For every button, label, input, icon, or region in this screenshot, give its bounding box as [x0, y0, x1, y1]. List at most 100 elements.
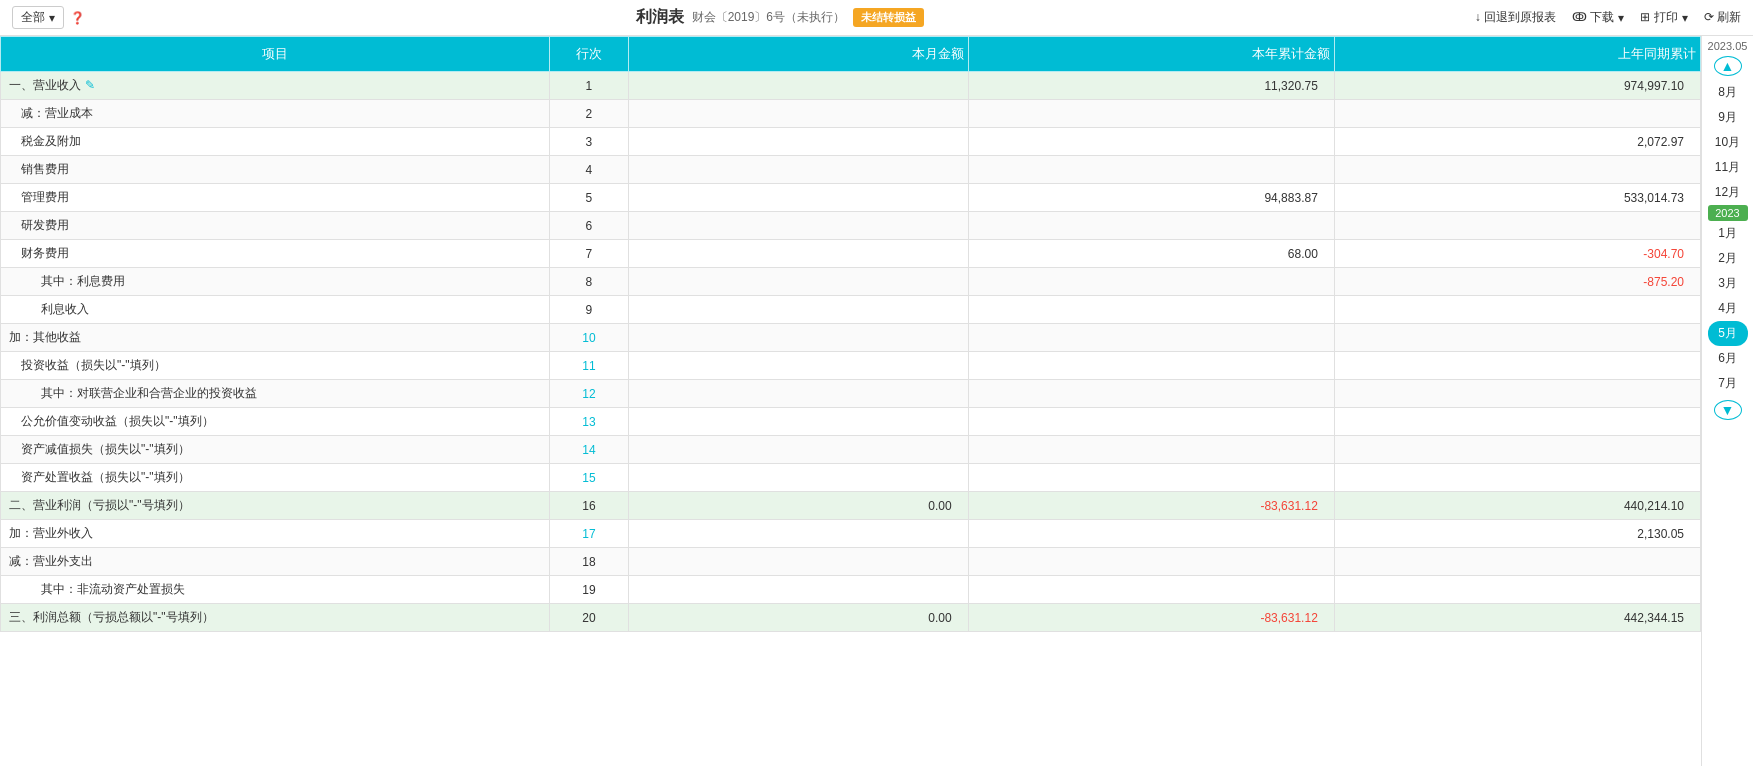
cell-row-number: 13 — [550, 408, 628, 436]
cell-year-amount — [968, 100, 1334, 128]
sidebar-month-item[interactable]: 10月 — [1708, 130, 1748, 155]
sidebar-up-button[interactable]: ▲ — [1714, 56, 1742, 76]
cell-year-amount — [968, 548, 1334, 576]
cell-row-number: 3 — [550, 128, 628, 156]
edit-icon[interactable]: ✎ — [85, 78, 95, 92]
cell-item: 投资收益（损失以"-"填列） — [1, 352, 550, 380]
cell-year-amount: 11,320.75 — [968, 72, 1334, 100]
cell-row-number: 19 — [550, 576, 628, 604]
cell-year-amount — [968, 520, 1334, 548]
cell-year-amount — [968, 380, 1334, 408]
cell-row-number: 5 — [550, 184, 628, 212]
print-label: ⊞ 打印 — [1640, 9, 1677, 26]
cell-row-number: 20 — [550, 604, 628, 632]
cell-row-number: 10 — [550, 324, 628, 352]
cell-row-number: 11 — [550, 352, 628, 380]
cell-month-amount — [628, 184, 968, 212]
profit-table: 项目 行次 本月金额 本年累计金额 上年同期累计 一、营业收入✎111,320.… — [0, 36, 1701, 632]
cell-month-amount — [628, 240, 968, 268]
cell-item: 税金及附加 — [1, 128, 550, 156]
cell-item: 资产处置收益（损失以"-"填列） — [1, 464, 550, 492]
cell-year-amount — [968, 436, 1334, 464]
sidebar-month-item[interactable]: 8月 — [1708, 80, 1748, 105]
sidebar-month-item[interactable]: 12月 — [1708, 180, 1748, 205]
sidebar-month-item[interactable]: 6月 — [1708, 346, 1748, 371]
sidebar-month-item[interactable]: 7月 — [1708, 371, 1748, 396]
cell-prev-amount: 974,997.10 — [1334, 72, 1700, 100]
sidebar-month-item[interactable]: 1月 — [1708, 221, 1748, 246]
sidebar-year-label[interactable]: 2023 — [1708, 205, 1748, 221]
sidebar-month-item[interactable]: 11月 — [1708, 155, 1748, 180]
refresh-button[interactable]: ⟳ 刷新 — [1704, 9, 1741, 26]
scope-label: 全部 — [21, 9, 45, 26]
help-icon[interactable]: ❓ — [70, 11, 85, 25]
cell-month-amount — [628, 436, 968, 464]
cell-month-amount — [628, 296, 968, 324]
cell-month-amount — [628, 268, 968, 296]
cell-item: 二、营业利润（亏损以"-"号填列） — [1, 492, 550, 520]
cell-item: 减：营业成本 — [1, 100, 550, 128]
sidebar-down-button[interactable]: ▼ — [1714, 400, 1742, 420]
cell-prev-amount — [1334, 324, 1700, 352]
sidebar-month-item[interactable]: 9月 — [1708, 105, 1748, 130]
cell-row-number: 1 — [550, 72, 628, 100]
sidebar-month-item[interactable]: 5月 — [1708, 321, 1748, 346]
right-sidebar: 2023.05 ▲ 8月9月10月11月12月20231月2月3月4月5月6月7… — [1701, 36, 1753, 766]
table-row: 财务费用768.00-304.70 — [1, 240, 1701, 268]
cell-month-amount — [628, 380, 968, 408]
header-left: 全部 ▾ ❓ — [12, 6, 85, 29]
sidebar-month-item[interactable]: 4月 — [1708, 296, 1748, 321]
cell-item: 研发费用 — [1, 212, 550, 240]
cell-month-amount — [628, 212, 968, 240]
print-button[interactable]: ⊞ 打印 ▾ — [1640, 9, 1687, 26]
back-label: ↓ 回退到原报表 — [1475, 9, 1556, 26]
cell-prev-amount — [1334, 436, 1700, 464]
header-center: 利润表 财会〔2019〕6号（未执行） 未结转损益 — [636, 7, 924, 28]
cell-month-amount — [628, 464, 968, 492]
cell-item: 加：营业外收入 — [1, 520, 550, 548]
page-wrapper: 全部 ▾ ❓ 利润表 财会〔2019〕6号（未执行） 未结转损益 ↓ 回退到原报… — [0, 0, 1753, 766]
col-header-prev: 上年同期累计 — [1334, 37, 1700, 72]
cell-year-amount: -83,631.12 — [968, 492, 1334, 520]
cell-item: 其中：利息费用 — [1, 268, 550, 296]
cell-year-amount — [968, 212, 1334, 240]
cell-prev-amount — [1334, 352, 1700, 380]
cell-prev-amount: 442,344.15 — [1334, 604, 1700, 632]
chevron-down-icon: ▾ — [1682, 11, 1688, 25]
cell-month-amount — [628, 72, 968, 100]
sidebar-month-item[interactable]: 2月 — [1708, 246, 1748, 271]
cell-year-amount — [968, 128, 1334, 156]
download-button[interactable]: ↂ 下载 ▾ — [1572, 9, 1624, 26]
cell-month-amount — [628, 156, 968, 184]
cell-prev-amount — [1334, 296, 1700, 324]
table-area[interactable]: 项目 行次 本月金额 本年累计金额 上年同期累计 一、营业收入✎111,320.… — [0, 36, 1701, 766]
back-button[interactable]: ↓ 回退到原报表 — [1475, 9, 1556, 26]
table-row: 减：营业外支出18 — [1, 548, 1701, 576]
header-right: ↓ 回退到原报表 ↂ 下载 ▾ ⊞ 打印 ▾ ⟳ 刷新 — [1475, 9, 1741, 26]
cell-row-number: 2 — [550, 100, 628, 128]
cell-year-amount: 94,883.87 — [968, 184, 1334, 212]
report-title: 利润表 — [636, 7, 684, 28]
cell-month-amount — [628, 352, 968, 380]
sidebar-date: 2023.05 — [1708, 40, 1748, 52]
table-row: 资产减值损失（损失以"-"填列）14 — [1, 436, 1701, 464]
scope-dropdown[interactable]: 全部 ▾ — [12, 6, 64, 29]
cell-item: 一、营业收入✎ — [1, 72, 550, 100]
cell-row-number: 14 — [550, 436, 628, 464]
cell-item: 减：营业外支出 — [1, 548, 550, 576]
cell-year-amount — [968, 408, 1334, 436]
cell-month-amount — [628, 324, 968, 352]
cell-row-number: 4 — [550, 156, 628, 184]
cell-prev-amount — [1334, 156, 1700, 184]
cell-item: 财务费用 — [1, 240, 550, 268]
sidebar-month-item[interactable]: 3月 — [1708, 271, 1748, 296]
cell-row-number: 18 — [550, 548, 628, 576]
cell-month-amount — [628, 520, 968, 548]
cell-year-amount: -83,631.12 — [968, 604, 1334, 632]
download-label: ↂ 下载 — [1572, 9, 1614, 26]
table-row: 销售费用4 — [1, 156, 1701, 184]
cell-month-amount — [628, 408, 968, 436]
cell-item: 管理费用 — [1, 184, 550, 212]
cell-item: 公允价值变动收益（损失以"-"填列） — [1, 408, 550, 436]
cell-item: 三、利润总额（亏损总额以"-"号填列） — [1, 604, 550, 632]
